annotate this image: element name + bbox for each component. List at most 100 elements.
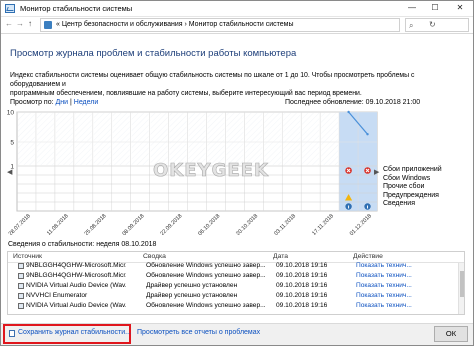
legend-information: Сведения [383, 200, 415, 208]
minimize-button[interactable]: — [403, 1, 421, 16]
view-all-reports-link[interactable]: Просмотреть все отчеты о проблемах [137, 329, 260, 336]
row-date: 09.10.2018 19:16 [276, 302, 328, 309]
column-action[interactable]: Действие [353, 253, 383, 260]
row-action-link[interactable]: Показать технич... [356, 292, 456, 299]
legend-app-failures: Сбои приложений [383, 166, 442, 173]
save-history-link[interactable]: Сохранить журнал стабильности... [9, 329, 131, 337]
row-source: NVVHCI Enumerator [26, 292, 88, 299]
device-icon [18, 293, 24, 299]
app-icon [18, 273, 24, 279]
no-data-column [55, 113, 73, 165]
view-separator: | [69, 99, 72, 106]
x-tick-label: 03.11.2018 [273, 213, 297, 235]
legend-warnings: Предупреждения [383, 191, 439, 199]
breadcrumb-path[interactable]: « Центр безопасности и обслуживания › Мо… [56, 21, 293, 28]
details-label: Сведения о стабильности: неделя 08.10.20… [8, 241, 157, 248]
reliability-monitor-window: Монитор стабильности системы — ☐ ✕ ← → ↑… [0, 0, 474, 346]
x-tick-label: 28.07.2018 [8, 213, 32, 235]
maximize-button[interactable]: ☐ [426, 1, 444, 16]
control-panel-icon [44, 21, 52, 29]
row-summary: Драйвер успешно установлен [146, 292, 238, 299]
x-tick-label: 17.11.2018 [311, 213, 335, 235]
intro-text: Индекс стабильности системы оценивает об… [10, 71, 465, 98]
table-row[interactable]: NVIDIA Virtual Audio Device (Wav... Драй… [8, 281, 458, 291]
row-action-link[interactable]: Показать технич... [356, 272, 456, 279]
search-input[interactable]: ⌕ [405, 18, 469, 32]
no-data-column [321, 113, 339, 165]
row-action-link[interactable]: Показать технич... [356, 262, 456, 269]
row-date: 09.10.2018 19:16 [276, 262, 328, 269]
row-source: 9NBLGGH4QGHW-Microsoft.Micr... [26, 262, 126, 269]
row-summary: Обновление Windows успешно завер... [146, 302, 266, 309]
ok-button[interactable]: ОК [434, 326, 468, 342]
no-data-column [188, 113, 206, 165]
no-data-column [207, 113, 225, 165]
close-button[interactable]: ✕ [451, 1, 469, 16]
column-date[interactable]: Дата [273, 253, 288, 260]
no-data-column [302, 113, 320, 165]
stability-point [366, 133, 369, 136]
address-bar: ← → ↑ « Центр безопасности и обслуживани… [1, 17, 473, 34]
row-source: NVIDIA Virtual Audio Device (Wav... [26, 302, 126, 309]
table-row[interactable]: NVIDIA Virtual Audio Device (Wav... Обно… [8, 301, 458, 311]
search-icon: ⌕ [409, 21, 414, 30]
page-title: Просмотр журнала проблем и стабильности … [10, 48, 297, 59]
x-tick-label: 01.12.2018 [349, 213, 373, 235]
device-icon [18, 303, 24, 309]
x-tick-label: 22.09.2018 [159, 213, 183, 235]
stability-point [347, 110, 350, 114]
watermark: OKEYGEEK [153, 160, 269, 182]
table-row[interactable]: NVVHCI Enumerator Драйвер успешно устано… [8, 291, 458, 301]
no-data-column [18, 113, 35, 165]
forward-arrow-icon[interactable]: → [16, 19, 24, 28]
table-scrollbar[interactable] [458, 263, 464, 314]
view-by: Просмотр по: Дни | Недели [10, 99, 98, 106]
row-action-link[interactable]: Показать технич... [356, 302, 456, 309]
last-update: Последнее обновление: 09.10.2018 21:00 [285, 99, 421, 106]
view-days-link[interactable]: Дни [56, 99, 69, 106]
column-source[interactable]: Источник [13, 253, 42, 260]
table-row[interactable]: 9NBLGGH4QGHW-Microsoft.Micr... Обновлени… [8, 271, 458, 281]
x-tick-label: 08.09.2018 [122, 213, 146, 235]
no-data-column [36, 113, 54, 165]
x-tick-label: 20.10.2018 [235, 213, 259, 235]
window-title: Монитор стабильности системы [20, 4, 133, 13]
chart-scroll-left-icon[interactable]: ◀ [7, 168, 12, 176]
view-by-label: Просмотр по: [10, 99, 54, 106]
info-icon-mark [367, 205, 369, 209]
details-table[interactable]: Источник Сводка Дата Действие 9NBLGGH4QG… [7, 251, 465, 315]
breadcrumb[interactable]: « Центр безопасности и обслуживания › Мо… [40, 18, 436, 32]
table-row[interactable]: 9NBLGGH4QGHW-Microsoft.Micr... Обновлени… [8, 261, 458, 271]
scrollbar-thumb[interactable] [460, 271, 464, 297]
app-icon [18, 263, 24, 269]
row-summary: Обновление Windows успешно завер... [146, 272, 266, 279]
legend-misc-failures: Прочие сбои [383, 183, 425, 191]
view-weeks-link[interactable]: Недели [74, 99, 99, 106]
x-tick-label: 25.08.2018 [84, 213, 108, 235]
no-data-column [283, 113, 301, 165]
y-tick-label: 5 [10, 140, 14, 147]
no-data-column [131, 113, 149, 165]
x-tick-label: 06.10.2018 [197, 213, 221, 235]
no-data-column [112, 113, 130, 165]
column-summary[interactable]: Сводка [143, 253, 166, 260]
row-summary: Обновление Windows успешно завер... [146, 262, 266, 269]
intro-line-1: Индекс стабильности системы оценивает об… [10, 72, 415, 88]
row-date: 09.10.2018 19:16 [276, 292, 328, 299]
event-legend: Сбои приложений Сбои Windows Прочие сбои… [383, 166, 442, 209]
no-data-column [226, 113, 244, 165]
back-arrow-icon[interactable]: ← [5, 19, 13, 28]
legend-windows-failures: Сбои Windows [383, 174, 431, 182]
reliability-monitor-icon [5, 4, 15, 13]
row-action-link[interactable]: Показать технич... [356, 282, 456, 289]
no-data-column [150, 113, 168, 165]
device-icon [18, 283, 24, 289]
no-data-column [169, 113, 187, 165]
chart-scroll-right-icon[interactable]: ▶ [374, 168, 379, 176]
no-data-column [264, 113, 282, 165]
no-data-column [74, 113, 92, 165]
row-date: 09.10.2018 19:16 [276, 272, 328, 279]
up-arrow-icon[interactable]: ↑ [28, 19, 32, 28]
row-source: 9NBLGGH4QGHW-Microsoft.Micr... [26, 272, 126, 279]
save-history-label[interactable]: Сохранить журнал стабильности... [18, 329, 131, 336]
